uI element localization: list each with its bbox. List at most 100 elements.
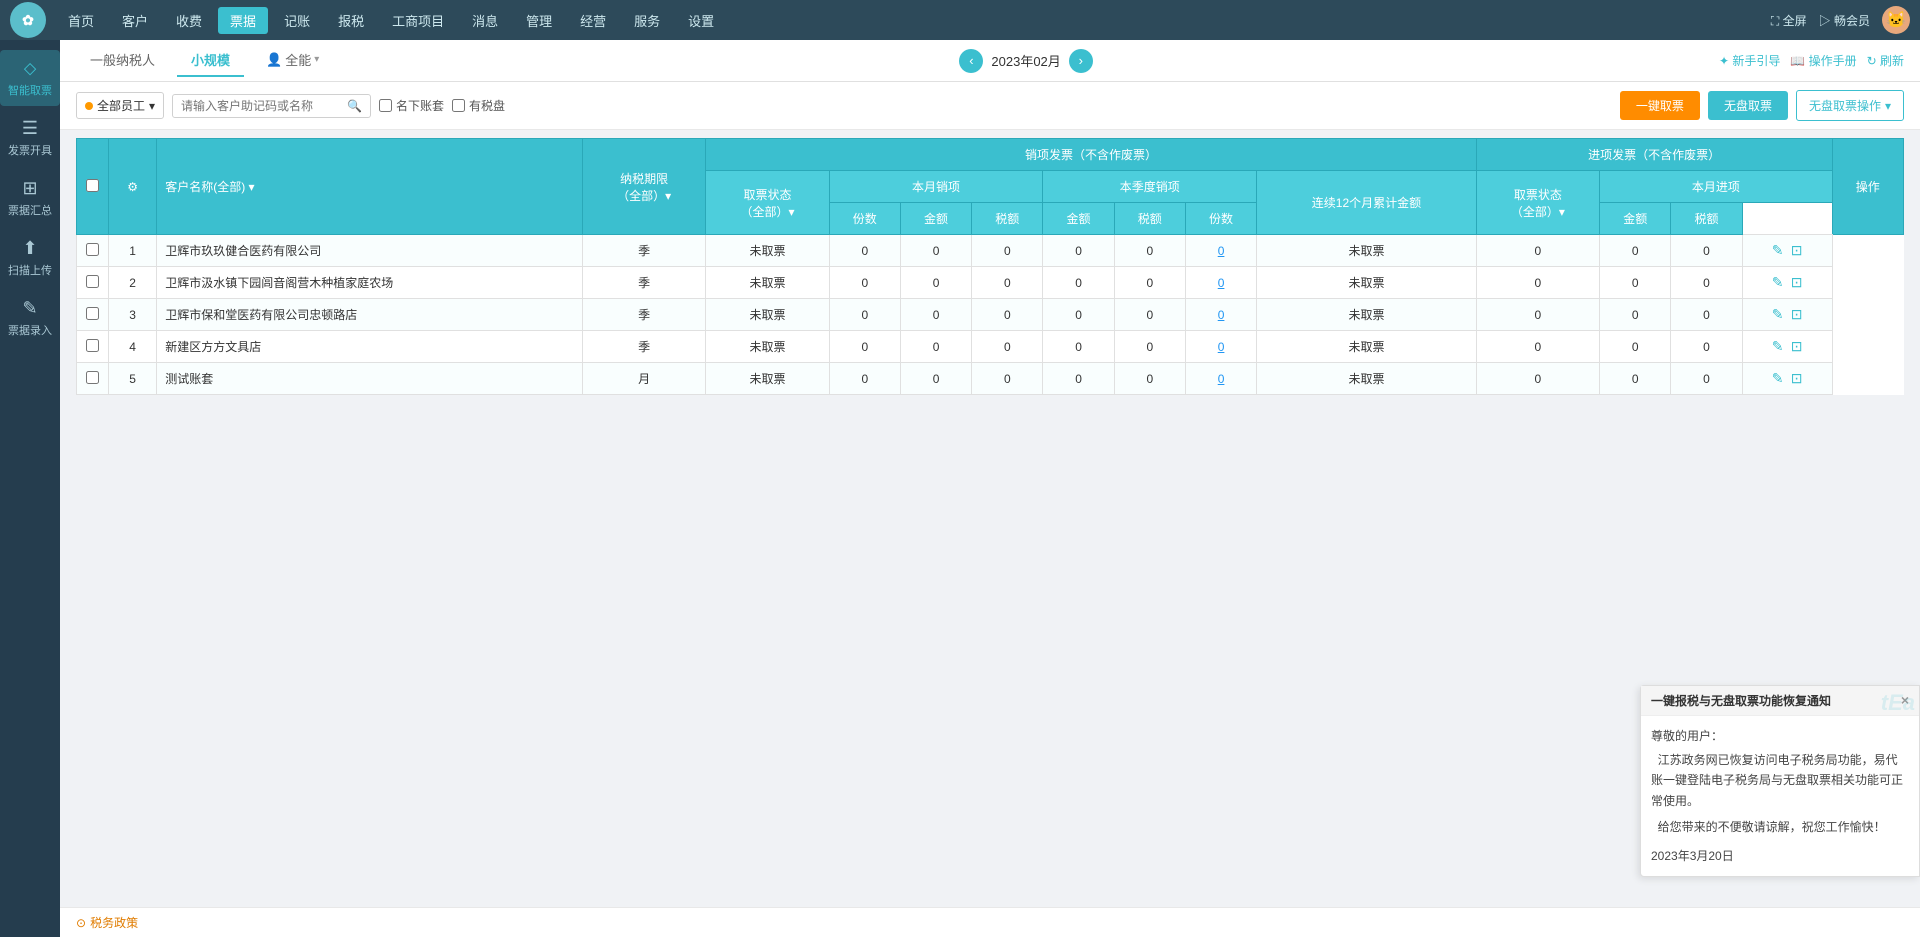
row-checkbox[interactable] — [77, 235, 109, 267]
popup-header: 一键报税与无盘取票功能恢复通知 × — [1641, 686, 1919, 716]
select-all-checkbox[interactable] — [86, 179, 99, 192]
invoice-summary-icon: ⊞ — [22, 178, 37, 199]
row-sale-12m: 0 — [1185, 267, 1256, 299]
tax-policy-link[interactable]: ⊙ 税务政策 — [76, 914, 138, 931]
nav-business[interactable]: 工商项目 — [380, 7, 456, 34]
nav-tax[interactable]: 报税 — [326, 7, 376, 34]
sidebar-item-invoice-open[interactable]: ☰ 发票开具 — [0, 110, 60, 166]
nav-home[interactable]: 首页 — [56, 7, 106, 34]
th-in-status[interactable]: 取票状态（全部）▾ — [1476, 171, 1599, 235]
employee-filter[interactable]: 全部员工 ▾ — [76, 92, 164, 119]
fullscreen-btn[interactable]: ⛶ 全屏 — [1771, 12, 1807, 29]
row-sale-month-count: 0 — [829, 267, 900, 299]
detail-icon[interactable]: ⊡ — [1791, 274, 1803, 290]
checkbox-my-accounts[interactable]: 名下账套 — [379, 97, 444, 114]
sidebar-label-smart-ticket: 智能取票 — [8, 82, 52, 98]
edit-icon[interactable]: ✎ — [1772, 370, 1784, 386]
th-sale-quarter-amount: 金额 — [1043, 203, 1114, 235]
row-sale-month-tax: 0 — [972, 331, 1043, 363]
row-tax-period: 季 — [582, 235, 705, 267]
avatar[interactable]: 🐱 — [1882, 6, 1910, 34]
detail-icon[interactable]: ⊡ — [1791, 242, 1803, 258]
sidebar-item-scan-upload[interactable]: ⬆ 扫描上传 — [0, 230, 60, 286]
refresh-link[interactable]: ↻ 刷新 — [1867, 52, 1904, 69]
row-in-month-count: 0 — [1476, 299, 1599, 331]
th-sale-group: 销项发票（不含作废票） — [706, 139, 1476, 171]
row-client-name[interactable]: 新建区方方文具店 — [157, 331, 583, 363]
period-prev-btn[interactable]: ‹ — [959, 49, 983, 73]
row-sale-status: 未取票 — [706, 331, 829, 363]
edit-icon[interactable]: ✎ — [1772, 242, 1784, 258]
popup-greeting: 尊敬的用户： — [1651, 726, 1909, 746]
row-checkbox[interactable] — [77, 267, 109, 299]
search-icon[interactable]: 🔍 — [347, 99, 362, 113]
search-input[interactable] — [181, 99, 341, 113]
sidebar-item-invoice-summary[interactable]: ⊞ 票据汇总 — [0, 170, 60, 226]
row-client-name[interactable]: 卫辉市汲水镇下园闾音阁营木种植家庭农场 — [157, 267, 583, 299]
row-client-name[interactable]: 卫辉市玖玖健合医药有限公司 — [157, 235, 583, 267]
my-accounts-checkbox[interactable] — [379, 99, 392, 112]
detail-icon[interactable]: ⊡ — [1791, 370, 1803, 386]
sidebar-item-invoice-entry[interactable]: ✎ 票据录入 — [0, 290, 60, 346]
sidebar-label-invoice-entry: 票据录入 — [8, 322, 52, 338]
row-checkbox[interactable] — [77, 299, 109, 331]
popup-apology: 给您带来的不便敬请谅解，祝您工作愉快！ — [1651, 817, 1909, 837]
manual-link[interactable]: 📖 操作手册 — [1790, 52, 1856, 69]
row-sale-month-tax: 0 — [972, 299, 1043, 331]
sidebar-item-smart-ticket[interactable]: ⬦ 智能取票 — [0, 50, 60, 106]
popup-scroll-area[interactable]: 尊敬的用户： 江苏政务网已恢复访问电子税务局功能，易代账一键登陆电子税务局与无盘… — [1641, 716, 1919, 876]
th-client-name[interactable]: 客户名称(全部) ▾ — [157, 139, 583, 235]
tab-all[interactable]: 👤全能 ▾ — [252, 44, 333, 77]
nav-message[interactable]: 消息 — [460, 7, 510, 34]
th-sale-status[interactable]: 取票状态（全部）▾ — [706, 171, 829, 235]
row-sale-status: 未取票 — [706, 235, 829, 267]
app-logo: ✿ — [10, 2, 46, 38]
table-row: 5 测试账套 月 未取票 0 0 0 0 0 0 未取票 0 0 0 ✎ ⊡ — [77, 363, 1904, 395]
nav-settings[interactable]: 设置 — [676, 7, 726, 34]
checkbox-tax-disk[interactable]: 有税盘 — [452, 97, 505, 114]
row-in-status: 未取票 — [1257, 363, 1477, 395]
nav-customer[interactable]: 客户 — [110, 7, 160, 34]
row-actions: ✎ ⊡ — [1742, 267, 1832, 299]
edit-icon[interactable]: ✎ — [1772, 306, 1784, 322]
th-tax-period[interactable]: 纳税期限（全部）▾ — [582, 139, 705, 235]
row-sale-status: 未取票 — [706, 299, 829, 331]
row-client-name[interactable]: 测试账套 — [157, 363, 583, 395]
no-disk-ops-btn[interactable]: 无盘取票操作 ▾ — [1796, 90, 1904, 121]
nav-bookkeeping[interactable]: 记账 — [272, 7, 322, 34]
row-client-name[interactable]: 卫辉市保和堂医药有限公司忠顿路店 — [157, 299, 583, 331]
row-no: 4 — [109, 331, 157, 363]
detail-icon[interactable]: ⊡ — [1791, 306, 1803, 322]
row-checkbox[interactable] — [77, 363, 109, 395]
nav-service[interactable]: 服务 — [622, 7, 672, 34]
tax-disk-checkbox[interactable] — [452, 99, 465, 112]
row-in-month-amount: 0 — [1600, 331, 1671, 363]
nav-operation[interactable]: 经营 — [568, 7, 618, 34]
row-sale-month-count: 0 — [829, 331, 900, 363]
row-actions: ✎ ⊡ — [1742, 363, 1832, 395]
no-disk-ticket-btn[interactable]: 无盘取票 — [1708, 91, 1788, 120]
vip-btn[interactable]: ▷ 畅会员 — [1819, 12, 1870, 29]
tab-all-chevron[interactable]: ▾ — [314, 54, 319, 65]
tab-general-taxpayer[interactable]: 一般纳税人 — [76, 44, 169, 77]
nav-invoice[interactable]: 票据 — [218, 7, 268, 34]
popup-close-btn[interactable]: × — [1901, 692, 1909, 708]
detail-icon[interactable]: ⊡ — [1791, 338, 1803, 354]
row-no: 2 — [109, 267, 157, 299]
one-click-ticket-btn[interactable]: 一键取票 — [1620, 91, 1700, 120]
edit-icon[interactable]: ✎ — [1772, 274, 1784, 290]
table-row: 1 卫辉市玖玖健合医药有限公司 季 未取票 0 0 0 0 0 0 未取票 0 … — [77, 235, 1904, 267]
row-sale-month-tax: 0 — [972, 267, 1043, 299]
tab-small-scale[interactable]: 小规模 — [177, 44, 244, 77]
row-checkbox[interactable] — [77, 331, 109, 363]
row-sale-status: 未取票 — [706, 267, 829, 299]
nav-fee[interactable]: 收费 — [164, 7, 214, 34]
nav-manage[interactable]: 管理 — [514, 7, 564, 34]
period-next-btn[interactable]: › — [1069, 49, 1093, 73]
employee-filter-label: 全部员工 — [97, 97, 145, 114]
no-disk-ops-chevron: ▾ — [1885, 99, 1891, 113]
row-in-month-tax: 0 — [1671, 363, 1742, 395]
edit-icon[interactable]: ✎ — [1772, 338, 1784, 354]
table-row: 2 卫辉市汲水镇下园闾音阁营木种植家庭农场 季 未取票 0 0 0 0 0 0 … — [77, 267, 1904, 299]
new-guide-link[interactable]: ✦ 新手引导 — [1719, 52, 1780, 69]
